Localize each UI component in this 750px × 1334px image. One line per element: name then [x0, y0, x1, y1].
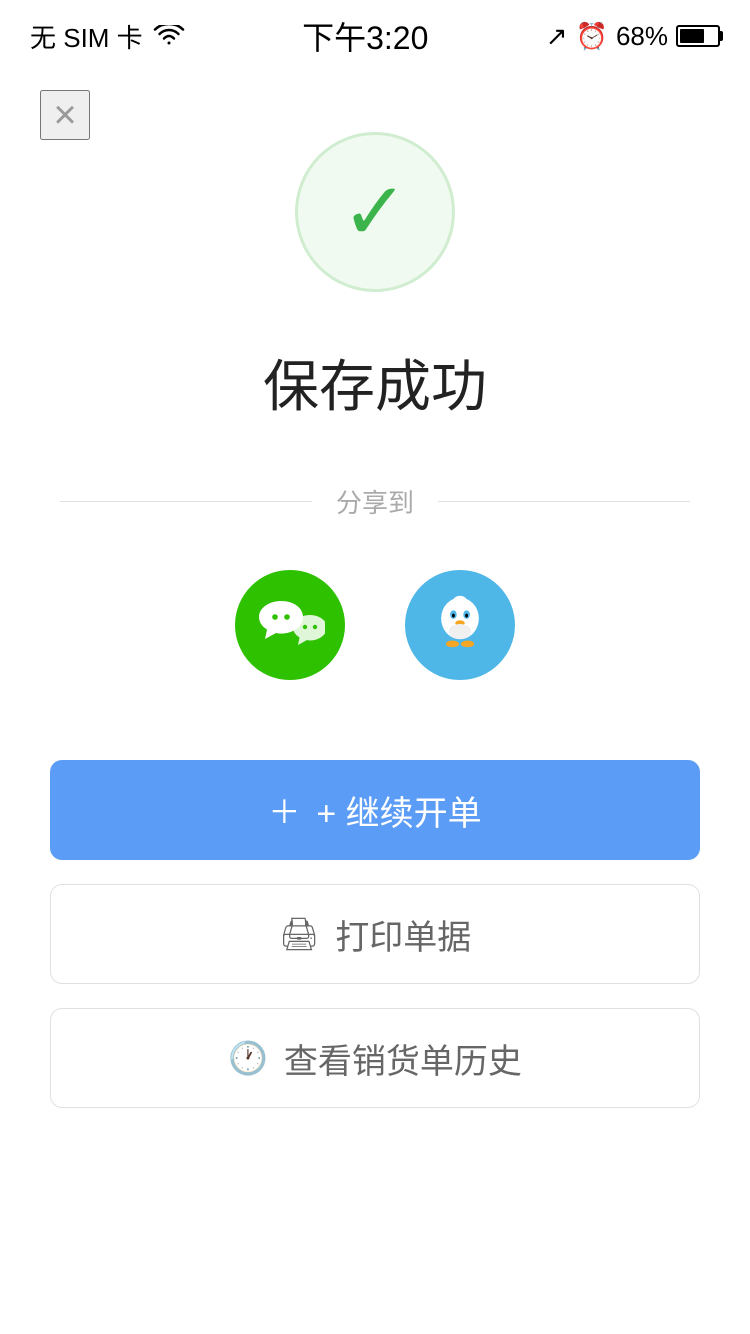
- action-buttons: ＋ + 继续开单 🖨 打印单据 🕐 查看销货单历史: [0, 760, 750, 1108]
- battery-pct: 68%: [616, 21, 668, 52]
- divider-line-left: [60, 501, 312, 502]
- share-divider: 分享到: [0, 483, 750, 520]
- location-icon: ↗: [546, 21, 568, 52]
- history-button[interactable]: 🕐 查看销货单历史: [50, 1008, 700, 1108]
- print-icon: 🖨: [279, 915, 320, 953]
- continue-label: + 继续开单: [316, 786, 481, 835]
- close-x-icon: ×: [53, 95, 76, 135]
- history-label: 查看销货单历史: [284, 1034, 522, 1083]
- battery-icon: [676, 25, 720, 47]
- continue-button[interactable]: ＋ + 继续开单: [50, 760, 700, 860]
- clock-icon: 🕐: [228, 1039, 268, 1077]
- status-bar: 无 SIM 卡 下午3:20 ↗ ⏰ 68%: [0, 0, 750, 72]
- plus-icon: ＋: [268, 787, 300, 833]
- success-title: 保存成功: [263, 342, 487, 423]
- share-row: [235, 570, 515, 680]
- print-button[interactable]: 🖨 打印单据: [50, 884, 700, 984]
- wechat-icon: [255, 595, 325, 655]
- status-left: 无 SIM 卡: [30, 18, 185, 55]
- main-content: ✓ 保存成功 分享到: [0, 72, 750, 1108]
- status-right: ↗ ⏰ 68%: [546, 21, 720, 52]
- divider-line-right: [438, 501, 690, 502]
- qq-icon: [432, 592, 488, 658]
- qq-share-button[interactable]: [405, 570, 515, 680]
- wechat-share-button[interactable]: [235, 570, 345, 680]
- close-button[interactable]: ×: [40, 90, 90, 140]
- wifi-icon: [153, 25, 185, 47]
- print-label: 打印单据: [335, 910, 471, 959]
- success-circle: ✓: [295, 132, 455, 292]
- status-time: 下午3:20: [302, 13, 428, 59]
- share-divider-text: 分享到: [312, 483, 438, 520]
- alarm-icon: ⏰: [576, 21, 608, 52]
- no-sim-text: 无 SIM 卡: [30, 18, 143, 55]
- checkmark-icon: ✓: [341, 172, 408, 252]
